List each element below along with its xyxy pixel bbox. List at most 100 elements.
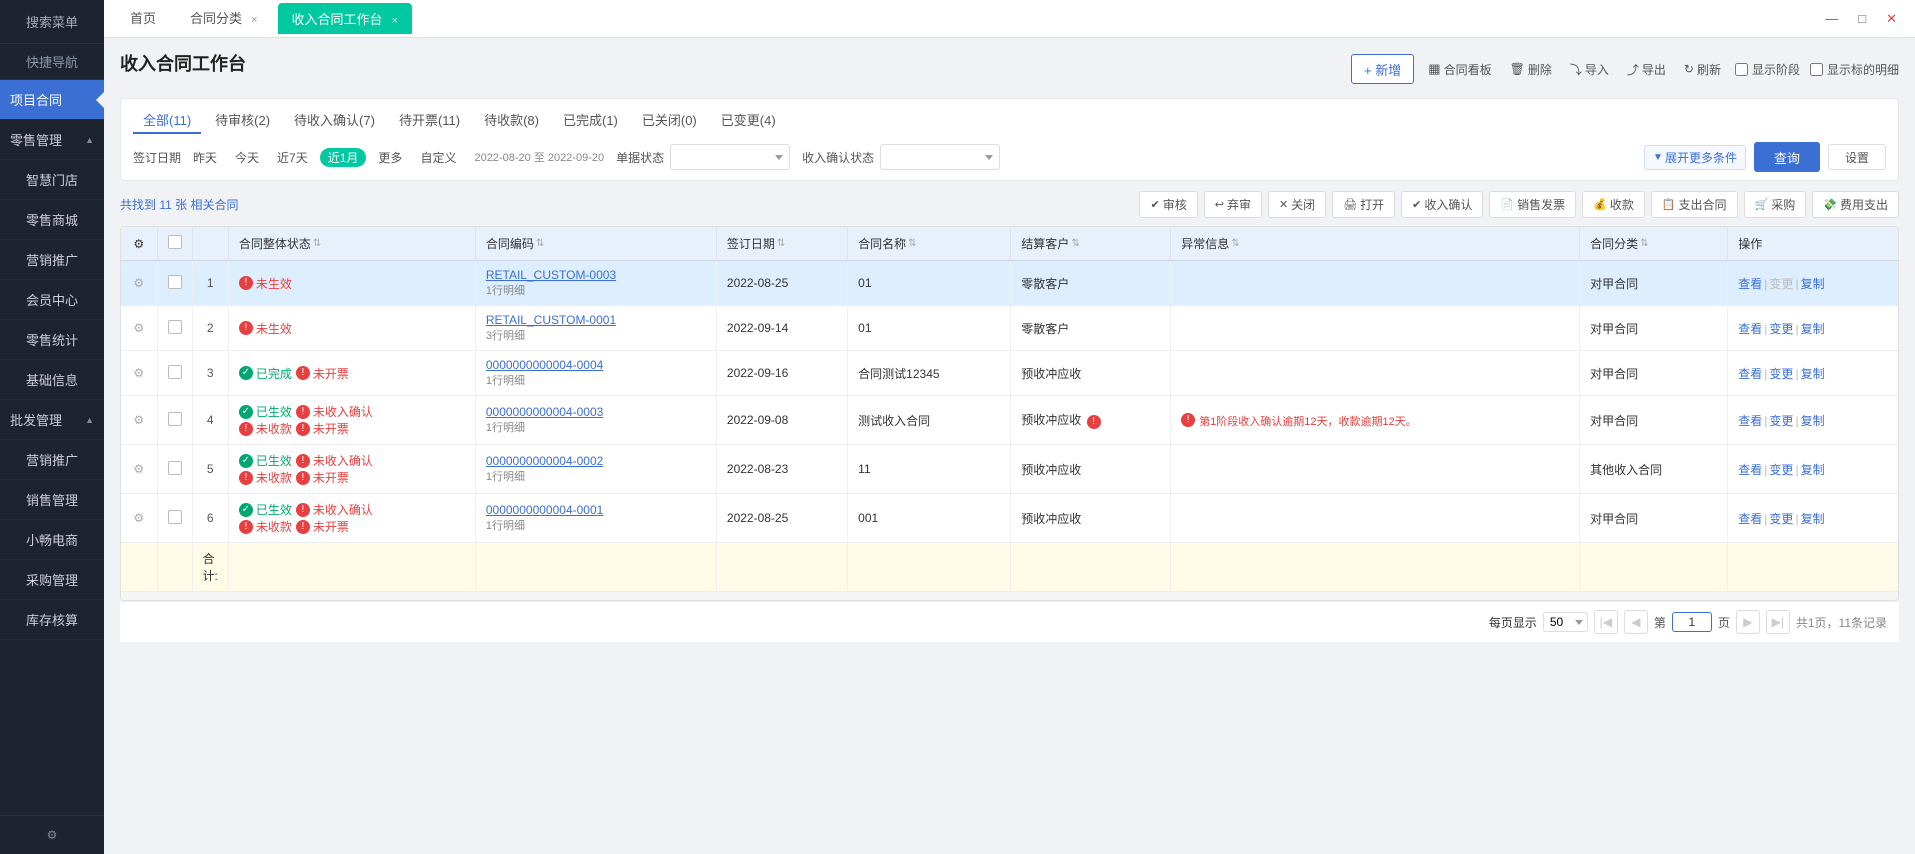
col-checkbox[interactable]	[157, 227, 192, 261]
view-btn[interactable]: 查看	[1738, 367, 1762, 381]
filter-tab-pending-invoice[interactable]: 待开票(11)	[389, 107, 470, 134]
action-btn-collection[interactable]: 💰收款	[1582, 191, 1645, 218]
copy-btn[interactable]: 复制	[1801, 512, 1825, 526]
set-btn[interactable]: 设置	[1828, 144, 1886, 170]
sidebar-item-retail[interactable]: 零售管理▲	[0, 120, 104, 160]
col-customer[interactable]: 结算客户⇅	[1011, 227, 1171, 261]
sidebar-item-purchase[interactable]: 采购管理	[0, 560, 104, 600]
last7days-option[interactable]: 近7天	[271, 147, 314, 168]
sidebar-item-retail-stats[interactable]: 零售统计	[0, 320, 104, 360]
action-btn-abandon[interactable]: ↩弃审	[1204, 191, 1262, 218]
col-abnormal[interactable]: 异常信息⇅	[1171, 227, 1580, 261]
edit-btn[interactable]: 变更	[1769, 414, 1793, 428]
income-confirm-select[interactable]	[880, 144, 1000, 170]
col-settings[interactable]: ⚙	[121, 227, 157, 261]
row-settings-5[interactable]: ⚙	[121, 445, 157, 494]
show-detail-checkbox[interactable]	[1810, 63, 1823, 76]
row-settings-2[interactable]: ⚙	[121, 306, 157, 351]
edit-btn[interactable]: 变更	[1769, 277, 1793, 291]
show-stage-toggle[interactable]: 显示阶段	[1735, 61, 1800, 78]
col-code[interactable]: 合同编码⇅	[475, 227, 716, 261]
row-settings-1[interactable]: ⚙	[121, 261, 157, 306]
new-btn[interactable]: + 新增	[1351, 54, 1414, 84]
filter-tab-completed[interactable]: 已完成(1)	[553, 107, 628, 134]
export-btn[interactable]: ⤴ 导出	[1623, 59, 1670, 80]
last1month-option[interactable]: 近1月	[320, 148, 367, 167]
view-btn[interactable]: 查看	[1738, 414, 1762, 428]
edit-btn[interactable]: 变更	[1769, 463, 1793, 477]
sidebar-item-project[interactable]: 项目合同	[0, 80, 104, 120]
table-row[interactable]: ⚙4✓已生效!未收入确认!未收款!未开票0000000000004-00031行…	[121, 396, 1898, 445]
sidebar-search[interactable]: 搜索菜单	[0, 0, 104, 44]
filter-tab-changed[interactable]: 已变更(4)	[711, 107, 786, 134]
tab-income-workbench[interactable]: 收入合同工作台 ×	[278, 3, 413, 34]
col-sign-date[interactable]: 签订日期⇅	[716, 227, 847, 261]
contract-board-btn[interactable]: ▦ 合同看板	[1424, 59, 1495, 80]
minimize-btn[interactable]: —	[1819, 9, 1844, 28]
delete-btn[interactable]: 🗑 删除	[1506, 59, 1556, 80]
page-number-input[interactable]	[1672, 612, 1712, 632]
tab-home[interactable]: 首页	[116, 0, 170, 37]
copy-btn[interactable]: 复制	[1801, 277, 1825, 291]
close-btn[interactable]: ✕	[1880, 9, 1903, 29]
query-btn[interactable]: 查询	[1754, 142, 1820, 172]
doc-status-select[interactable]	[670, 144, 790, 170]
action-btn-sales-invoice[interactable]: 📄销售发票	[1489, 191, 1576, 218]
view-btn[interactable]: 查看	[1738, 322, 1762, 336]
sidebar-item-smart-store[interactable]: 智慧门店	[0, 160, 104, 200]
page-size-select[interactable]: 50 10 20 100	[1543, 612, 1588, 632]
import-btn[interactable]: ⤵ 导入	[1566, 59, 1613, 80]
table-row[interactable]: ⚙1!未生效RETAIL_CUSTOM-00031行明细2022-08-2501…	[121, 261, 1898, 306]
sidebar-item-ecommerce[interactable]: 小畅电商	[0, 520, 104, 560]
row-settings-4[interactable]: ⚙	[121, 396, 157, 445]
filter-tab-pending-payment[interactable]: 待收款(8)	[474, 107, 549, 134]
edit-btn[interactable]: 变更	[1769, 367, 1793, 381]
more-option[interactable]: 更多	[372, 147, 408, 168]
custom-option[interactable]: 自定义	[414, 147, 462, 168]
action-btn-expense-contract[interactable]: 📋支出合同	[1651, 191, 1738, 218]
row-checkbox-6[interactable]	[157, 494, 192, 543]
filter-tab-pending-review[interactable]: 待审核(2)	[205, 107, 280, 134]
action-btn-expense-out[interactable]: 💸费用支出	[1812, 191, 1899, 218]
action-btn-review[interactable]: ✔审核	[1139, 191, 1197, 218]
action-btn-purchase[interactable]: 🛒采购	[1744, 191, 1807, 218]
table-row[interactable]: ⚙6✓已生效!未收入确认!未收款!未开票0000000000004-00011行…	[121, 494, 1898, 543]
edit-btn[interactable]: 变更	[1769, 512, 1793, 526]
view-btn[interactable]: 查看	[1738, 463, 1762, 477]
copy-btn[interactable]: 复制	[1801, 463, 1825, 477]
show-detail-toggle[interactable]: 显示标的明细	[1810, 61, 1899, 78]
last-page-btn[interactable]: ▶|	[1766, 610, 1790, 634]
sidebar-item-retail-mall[interactable]: 零售商城	[0, 200, 104, 240]
col-name[interactable]: 合同名称⇅	[848, 227, 1011, 261]
row-settings-3[interactable]: ⚙	[121, 351, 157, 396]
row-checkbox-4[interactable]	[157, 396, 192, 445]
filter-tab-pending-confirm[interactable]: 待收入确认(7)	[284, 107, 385, 134]
sidebar-quick-nav[interactable]: 快捷导航	[0, 44, 104, 80]
sidebar-item-sales[interactable]: 销售管理	[0, 480, 104, 520]
maximize-btn[interactable]: □	[1852, 9, 1872, 28]
col-category[interactable]: 合同分类⇅	[1580, 227, 1728, 261]
copy-btn[interactable]: 复制	[1801, 367, 1825, 381]
today-option[interactable]: 今天	[229, 147, 265, 168]
row-checkbox-3[interactable]	[157, 351, 192, 396]
tab-close-income-workbench[interactable]: ×	[389, 15, 398, 27]
filter-tab-closed[interactable]: 已关闭(0)	[632, 107, 707, 134]
edit-btn[interactable]: 变更	[1769, 322, 1793, 336]
table-row[interactable]: ⚙5✓已生效!未收入确认!未收款!未开票0000000000004-00021行…	[121, 445, 1898, 494]
yesterday-option[interactable]: 昨天	[187, 147, 223, 168]
sidebar-item-basic-info[interactable]: 基础信息	[0, 360, 104, 400]
sidebar-item-wholesale[interactable]: 批发管理▲	[0, 400, 104, 440]
sidebar-item-inventory[interactable]: 库存核算	[0, 600, 104, 640]
table-row[interactable]: ⚙2!未生效RETAIL_CUSTOM-00013行明细2022-09-1401…	[121, 306, 1898, 351]
next-page-btn[interactable]: ▶	[1736, 610, 1760, 634]
tab-close-contract-category[interactable]: ×	[248, 14, 257, 26]
row-settings-6[interactable]: ⚙	[121, 494, 157, 543]
sidebar-item-marketing[interactable]: 营销推广	[0, 240, 104, 280]
sidebar-settings[interactable]: ⚙	[0, 815, 104, 854]
first-page-btn[interactable]: |◀	[1594, 610, 1618, 634]
row-checkbox-1[interactable]	[157, 261, 192, 306]
action-btn-print[interactable]: 🖨打开	[1332, 191, 1395, 218]
col-status[interactable]: 合同整体状态⇅	[228, 227, 475, 261]
row-checkbox-5[interactable]	[157, 445, 192, 494]
action-btn-income-confirm[interactable]: ✔收入确认	[1401, 191, 1483, 218]
